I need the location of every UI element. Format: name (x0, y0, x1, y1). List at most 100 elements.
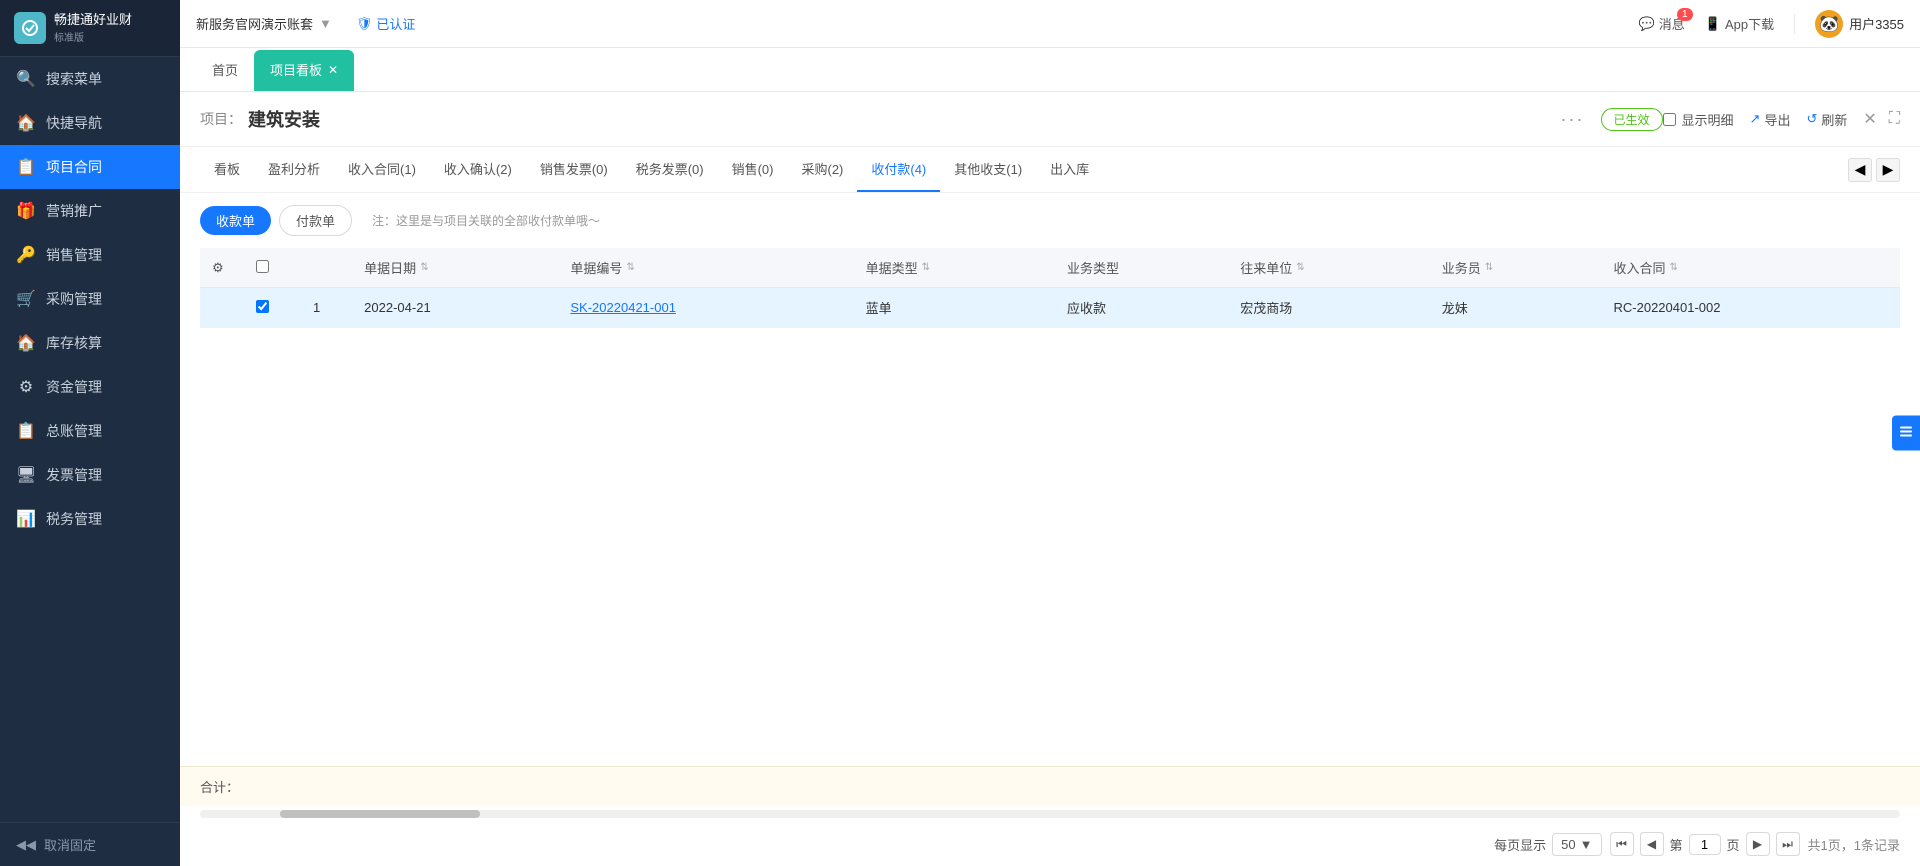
show-detail-toggle[interactable]: 显示明细 (1663, 110, 1734, 129)
subtab-other-expense-label: 其他收支(1) (954, 162, 1022, 177)
subtab-sales[interactable]: 销售(0) (718, 147, 788, 192)
settings-icon[interactable]: ⚙ (212, 260, 224, 275)
subtab-profit[interactable]: 盈利分析 (254, 147, 334, 192)
export-icon: ↗ (1750, 111, 1761, 127)
th-biz-type-label: 业务类型 (1067, 261, 1119, 276)
sidebar-item-sales[interactable]: 🔑 销售管理 (0, 233, 180, 277)
refresh-icon: ↺ (1806, 111, 1817, 127)
row-code-link[interactable]: SK-20220421-001 (570, 300, 676, 315)
row-checkbox[interactable] (244, 288, 281, 328)
status-badge: 已生效 (1601, 108, 1663, 131)
refresh-button[interactable]: ↺ 刷新 (1806, 110, 1847, 129)
tab-project-board-label: 项目看板 (270, 60, 322, 79)
th-checkbox[interactable] (244, 248, 281, 288)
content-area: 项目： 建筑安装 ··· 已生效 显示明细 ↗ 导出 ↺ 刷新 ✕ (180, 92, 1920, 866)
sidebar-item-marketing[interactable]: 🎁 营销推广 (0, 189, 180, 233)
ledger-icon: 📋 (16, 421, 36, 441)
last-page-button[interactable]: ⏭ (1776, 832, 1800, 856)
tab-project-board[interactable]: 项目看板 ✕ (254, 50, 354, 91)
row-biz-type: 应收款 (1055, 288, 1228, 328)
sidebar-item-tax[interactable]: 📊 税务管理 (0, 497, 180, 541)
scrollbar-thumb[interactable] (280, 810, 480, 818)
sort-icon: ⇅ (1670, 262, 1678, 273)
subtab-profit-label: 盈利分析 (268, 162, 320, 177)
page-number-input[interactable] (1689, 834, 1721, 855)
sort-icon: ⇅ (922, 262, 930, 273)
user-menu[interactable]: 🐼 用户3355 (1815, 10, 1904, 38)
page-total: 共1页，1条记录 (1808, 835, 1900, 854)
sort-icon: ⇅ (420, 262, 428, 273)
sidebar-header: 畅捷通好业财 标准版 (0, 0, 180, 57)
payment-bill-toggle[interactable]: 付款单 (279, 205, 352, 236)
side-panel-button[interactable] (1892, 416, 1920, 451)
sidebar-item-inventory[interactable]: 🏠 库存核算 (0, 321, 180, 365)
next-page-button[interactable]: ▶ (1746, 832, 1770, 856)
sidebar-item-search[interactable]: 🔍 搜索菜单 (0, 57, 180, 101)
sidebar-item-ledger[interactable]: 📋 总账管理 (0, 409, 180, 453)
app-download-button[interactable]: 📱 App下载 (1705, 14, 1774, 33)
home-icon: 🏠 (16, 113, 36, 133)
th-income-contract[interactable]: 收入合同 ⇅ (1602, 248, 1900, 288)
subtab-income-confirm[interactable]: 收入确认(2) (430, 147, 526, 192)
th-code[interactable]: 单据编号 ⇅ (558, 248, 853, 288)
tab-home[interactable]: 首页 (196, 50, 254, 91)
page-size-select-box[interactable]: 50 ▼ (1552, 833, 1601, 856)
th-partner-label: 往来单位 (1240, 258, 1292, 277)
subtab-board[interactable]: 看板 (200, 147, 254, 192)
sidebar-item-contract[interactable]: 📋 项目合同 (0, 145, 180, 189)
th-salesperson[interactable]: 业务员 ⇅ (1430, 248, 1602, 288)
subtab-other-expense[interactable]: 其他收支(1) (940, 147, 1036, 192)
subtab-tax-invoice[interactable]: 税务发票(0) (622, 147, 718, 192)
sidebar-item-label: 搜索菜单 (46, 69, 102, 89)
topbar-project-selector[interactable]: 新服务官网演示账套 ▼ (196, 14, 332, 33)
th-num (281, 248, 352, 288)
show-detail-checkbox[interactable] (1663, 113, 1676, 126)
row-code[interactable]: SK-20220421-001 (558, 288, 853, 328)
tab-close-icon[interactable]: ✕ (328, 64, 338, 76)
expand-button[interactable]: ⛶ (1889, 110, 1900, 128)
sidebar-unpin[interactable]: ◀◀ 取消固定 (0, 822, 180, 866)
summary-label: 合计： (200, 777, 239, 796)
subtab-purchase[interactable]: 采购(2) (787, 147, 857, 192)
sidebar-item-label: 税务管理 (46, 509, 102, 529)
divider (1794, 14, 1795, 34)
receipt-bill-toggle[interactable]: 收款单 (200, 206, 271, 235)
scrollbar-track[interactable] (200, 810, 1900, 818)
more-options-icon[interactable]: ··· (1561, 109, 1585, 130)
app-download-label: App下载 (1725, 14, 1774, 33)
subtab-prev-button[interactable]: ◀ (1848, 158, 1872, 182)
export-button[interactable]: ↗ 导出 (1750, 110, 1791, 129)
app-logo (14, 12, 46, 44)
sidebar-item-finance[interactable]: ⚙ 资金管理 (0, 365, 180, 409)
subtab-receipt[interactable]: 收付款(4) (857, 147, 940, 192)
subtab-income-contract[interactable]: 收入合同(1) (334, 147, 430, 192)
page-nav: ⏮ ◀ 第 页 ▶ ⏭ (1610, 832, 1800, 856)
message-button[interactable]: 💬 消息 1 (1639, 14, 1685, 33)
page-actions: 显示明细 ↗ 导出 ↺ 刷新 (1663, 110, 1848, 129)
dropdown-arrow-icon: ▼ (319, 16, 332, 31)
sidebar-item-purchase[interactable]: 🛒 采购管理 (0, 277, 180, 321)
sidebar-footer-label: 取消固定 (44, 835, 96, 854)
th-type-label: 单据类型 (866, 258, 918, 277)
th-settings[interactable]: ⚙ (200, 248, 244, 288)
close-button[interactable]: ✕ (1863, 109, 1876, 129)
subtab-next-button[interactable]: ▶ (1876, 158, 1900, 182)
row-select-checkbox[interactable] (256, 300, 269, 313)
th-partner[interactable]: 往来单位 ⇅ (1228, 248, 1429, 288)
first-page-button[interactable]: ⏮ (1610, 832, 1634, 856)
select-all-checkbox[interactable] (256, 260, 269, 273)
table-row[interactable]: 1 2022-04-21 SK-20220421-001 蓝单 应收款 宏茂商场… (200, 288, 1900, 328)
subtab-inventory[interactable]: 出入库 (1036, 147, 1103, 192)
topbar-left: 新服务官网演示账套 ▼ 🛡 已认证 (196, 14, 1639, 33)
sidebar-item-invoice[interactable]: 🖥 发票管理 (0, 453, 180, 497)
subtab-sales-invoice[interactable]: 销售发票(0) (526, 147, 622, 192)
page-size-label: 每页显示 (1494, 835, 1546, 854)
tab-home-label: 首页 (212, 60, 238, 79)
gift-icon: 🎁 (16, 201, 36, 221)
sidebar-item-quicknav[interactable]: 🏠 快捷导航 (0, 101, 180, 145)
prev-page-button[interactable]: ◀ (1640, 832, 1664, 856)
th-type[interactable]: 单据类型 ⇅ (854, 248, 1055, 288)
row-date: 2022-04-21 (352, 288, 558, 328)
th-date[interactable]: 单据日期 ⇅ (352, 248, 558, 288)
message-icon: 💬 (1639, 16, 1655, 32)
